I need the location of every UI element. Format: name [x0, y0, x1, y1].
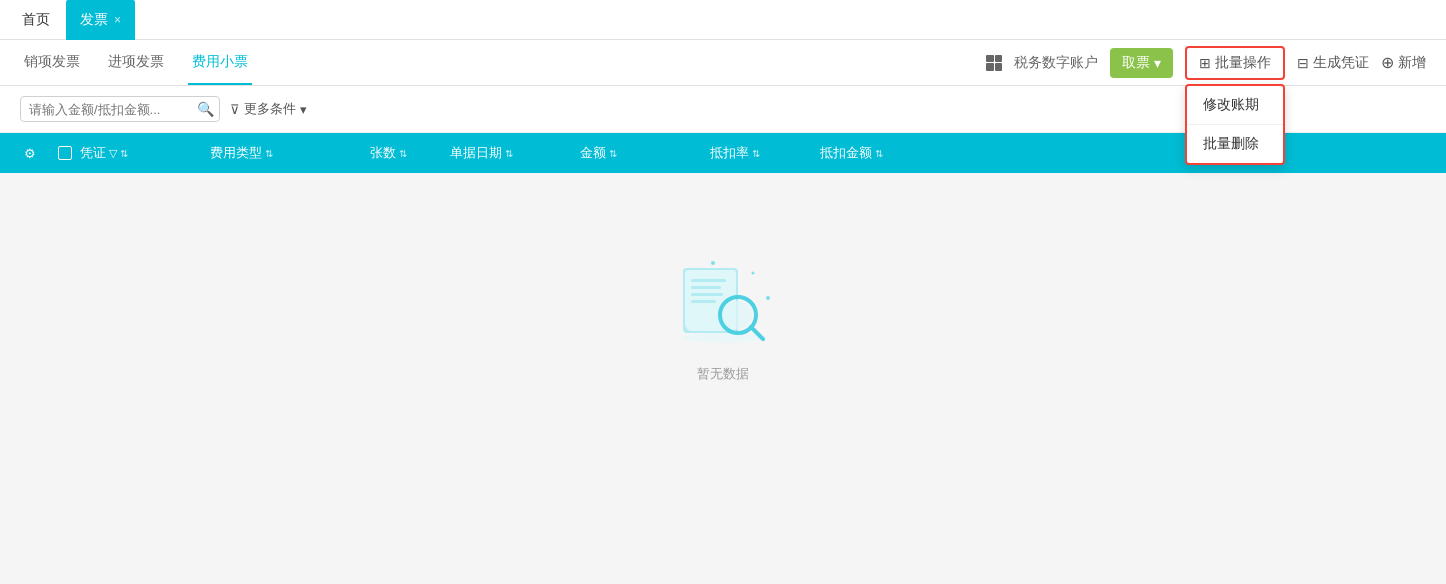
dropdown-modify-period[interactable]: 修改账期	[1187, 86, 1283, 124]
sub-header: 销项发票 进项发票 费用小票 税务数字账户 取票 ▾ ⊞	[0, 40, 1446, 86]
gen-voucher-button[interactable]: ⊟ 生成凭证	[1297, 54, 1369, 72]
qr-sq1	[986, 55, 994, 63]
tab-expense[interactable]: 费用小票	[188, 40, 252, 85]
svg-point-8	[724, 301, 752, 329]
th-count-label: 张数	[370, 144, 396, 162]
search-input[interactable]	[29, 102, 197, 117]
svg-rect-5	[691, 293, 723, 296]
th-expense-type-label: 费用类型	[210, 144, 262, 162]
tab-expense-label: 费用小票	[192, 53, 248, 71]
add-icon: ⊕	[1381, 53, 1394, 72]
tab-input[interactable]: 进项发票	[104, 40, 168, 85]
svg-rect-3	[691, 279, 726, 282]
dropdown-batch-delete[interactable]: 批量删除	[1187, 124, 1283, 163]
search-icon[interactable]: 🔍	[197, 101, 214, 117]
th-date[interactable]: 单据日期 ⇅	[450, 144, 580, 162]
select-all-checkbox[interactable]	[58, 146, 72, 160]
filter-funnel-icon: ⊽	[230, 102, 240, 117]
gen-icon: ⊟	[1297, 55, 1309, 71]
empty-text: 暂无数据	[697, 365, 749, 383]
empty-illustration	[663, 253, 783, 353]
th-amount-label: 金额	[580, 144, 606, 162]
qr-icon	[986, 55, 1002, 71]
get-ticket-button[interactable]: 取票 ▾	[1110, 48, 1173, 78]
get-ticket-arrow-icon: ▾	[1154, 55, 1161, 71]
batch-dropdown-wrapper: ⊞ 批量操作 修改账期 批量删除	[1185, 46, 1285, 80]
batch-label: 批量操作	[1215, 54, 1271, 72]
qr-button[interactable]	[986, 55, 1002, 71]
svg-point-0	[683, 333, 763, 343]
svg-point-11	[752, 272, 755, 275]
more-filter-chevron-icon: ▾	[300, 102, 307, 117]
svg-rect-4	[691, 286, 721, 289]
tab-sales[interactable]: 销项发票	[20, 40, 84, 85]
get-ticket-label: 取票	[1122, 54, 1150, 72]
th-deduct-rate-label: 抵扣率	[710, 144, 749, 162]
th-deduct-amount[interactable]: 抵扣金额 ⇅	[820, 144, 950, 162]
th-checkbox[interactable]	[50, 146, 80, 160]
more-filter-label: 更多条件	[244, 100, 296, 118]
invoice-tab-label: 发票	[80, 11, 108, 29]
add-label: 新增	[1398, 54, 1426, 72]
tab-input-label: 进项发票	[108, 53, 164, 71]
gear-icon: ⚙	[24, 146, 36, 161]
qr-sq3	[986, 63, 994, 71]
top-nav: 首页 发票 ×	[0, 0, 1446, 40]
svg-point-12	[766, 296, 770, 300]
tab-sales-label: 销项发票	[24, 53, 80, 71]
expense-type-sort-icon: ⇅	[265, 148, 273, 159]
empty-state: 暂无数据	[0, 173, 1446, 423]
tax-account-button[interactable]: 税务数字账户	[1014, 54, 1098, 72]
voucher-sort-icon: ⇅	[120, 148, 128, 159]
home-nav-item[interactable]: 首页	[10, 11, 62, 29]
search-box[interactable]: 🔍	[20, 96, 220, 122]
count-sort-icon: ⇅	[399, 148, 407, 159]
batch-operation-button[interactable]: ⊞ 批量操作	[1185, 46, 1285, 80]
th-deduct-rate[interactable]: 抵扣率 ⇅	[710, 144, 820, 162]
toolbar-right: 税务数字账户 取票 ▾ ⊞ 批量操作 修改账期 批量删除 ⊟ 生成凭证 ⊕	[986, 46, 1426, 80]
add-button[interactable]: ⊕ 新增	[1381, 53, 1426, 72]
th-voucher[interactable]: 凭证 ▽ ⇅	[80, 144, 210, 162]
th-count[interactable]: 张数 ⇅	[370, 144, 450, 162]
deduct-rate-sort-icon: ⇅	[752, 148, 760, 159]
svg-point-10	[711, 261, 715, 265]
batch-icon: ⊞	[1199, 55, 1211, 71]
more-filter-button[interactable]: ⊽ 更多条件 ▾	[230, 100, 307, 118]
th-deduct-amount-label: 抵扣金额	[820, 144, 872, 162]
th-date-label: 单据日期	[450, 144, 502, 162]
qr-sq2	[995, 55, 1003, 63]
invoice-tab-close[interactable]: ×	[114, 13, 121, 27]
th-voucher-label: 凭证	[80, 144, 106, 162]
date-sort-icon: ⇅	[505, 148, 513, 159]
sub-tabs: 销项发票 进项发票 费用小票	[20, 40, 252, 85]
qr-sq4	[995, 63, 1003, 71]
th-expense-type[interactable]: 费用类型 ⇅	[210, 144, 370, 162]
voucher-filter-icon: ▽	[109, 147, 117, 160]
svg-rect-6	[691, 300, 716, 303]
invoice-tab[interactable]: 发票 ×	[66, 0, 135, 40]
th-amount[interactable]: 金额 ⇅	[580, 144, 710, 162]
amount-sort-icon: ⇅	[609, 148, 617, 159]
gen-label: 生成凭证	[1313, 54, 1369, 72]
deduct-amount-sort-icon: ⇅	[875, 148, 883, 159]
th-gear[interactable]: ⚙	[10, 146, 50, 161]
batch-dropdown-menu: 修改账期 批量删除	[1185, 84, 1285, 165]
